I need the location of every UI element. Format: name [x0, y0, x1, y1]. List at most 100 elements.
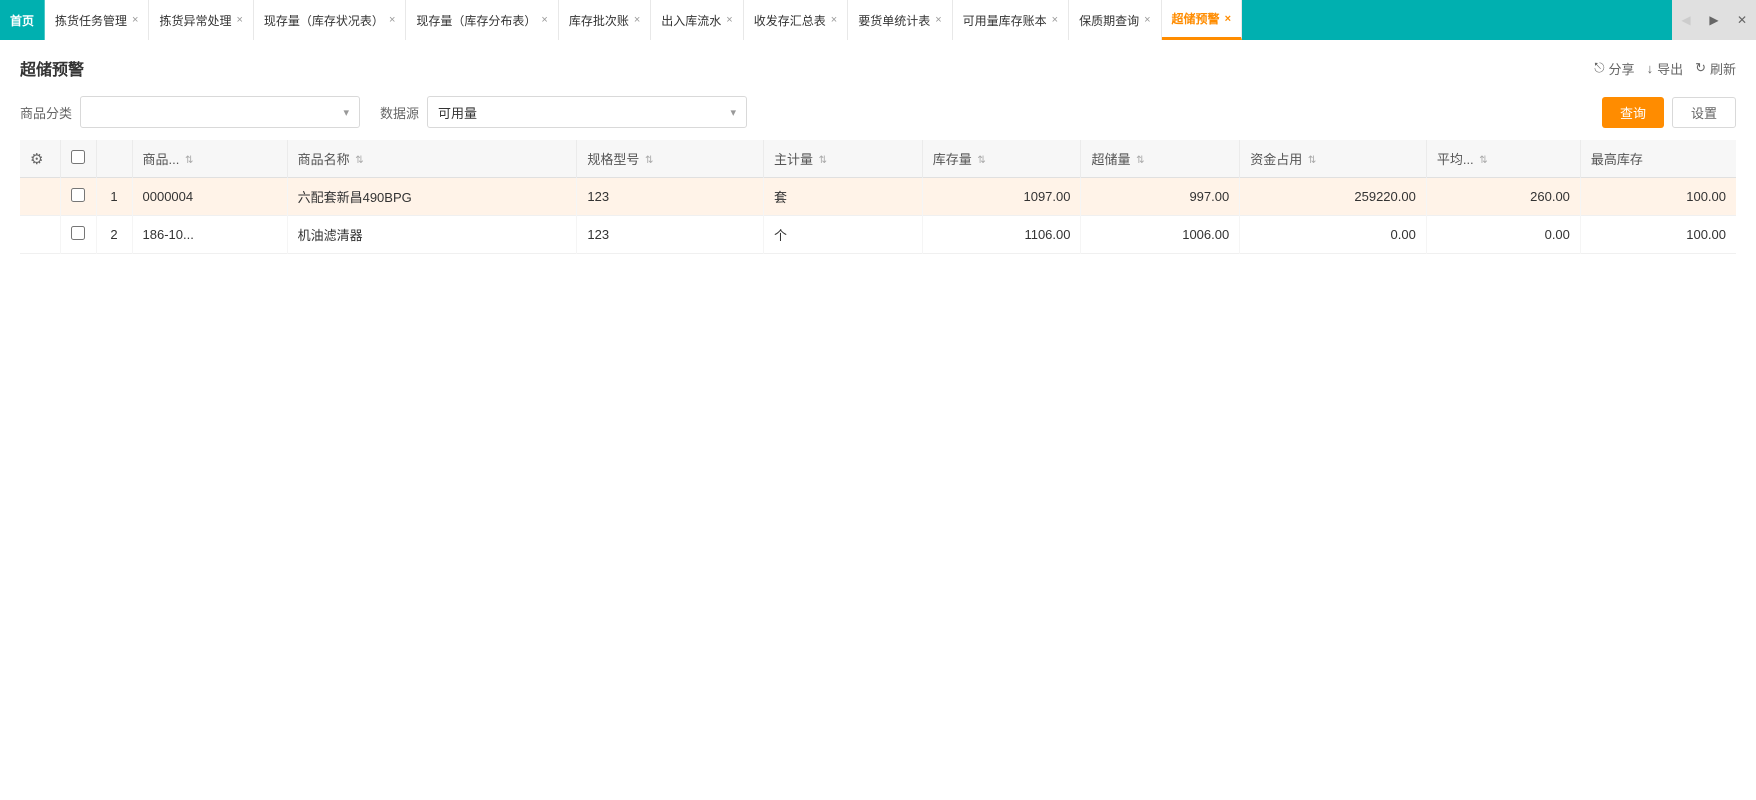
col-capital-sort-icon: ⇅: [1308, 155, 1316, 166]
close-task-mgmt-icon[interactable]: ×: [132, 14, 138, 26]
filter-actions: 查询 设置: [1602, 97, 1736, 128]
row-capital-0: 259220.00: [1240, 178, 1427, 216]
nav-prev-btn[interactable]: ◀: [1672, 0, 1700, 40]
col-header-max-stock[interactable]: 最高库存: [1580, 140, 1736, 178]
nav-tab-stock-dist[interactable]: 现存量（库存分布表） ×: [406, 0, 558, 40]
close-summary-icon[interactable]: ×: [831, 14, 837, 26]
nav-tab-overstock-label: 超储预警: [1172, 10, 1220, 27]
refresh-button[interactable]: ↻ 刷新: [1695, 59, 1736, 78]
row-avg-0: 260.00: [1426, 178, 1580, 216]
col-overstock-label: 超储量: [1091, 152, 1130, 167]
row-checkbox-0[interactable]: [71, 188, 85, 202]
row-settings-cell: [20, 178, 60, 216]
nav-tabs-container: 首页 拣货任务管理 × 拣货异常处理 × 现存量（库存状况表） × 现存量（库存…: [0, 0, 1672, 40]
col-header-index: [96, 140, 132, 178]
nav-tab-stock-status-label: 现存量（库存状况表）: [264, 12, 384, 29]
close-stock-status-icon[interactable]: ×: [389, 14, 395, 26]
col-header-overstock[interactable]: 超储量 ⇅: [1081, 140, 1240, 178]
col-header-capital[interactable]: 资金占用 ⇅: [1240, 140, 1427, 178]
col-unit-label: 主计量: [774, 152, 813, 167]
row-checkbox-cell: [60, 178, 96, 216]
close-abnormal-icon[interactable]: ×: [236, 14, 242, 26]
close-available-icon[interactable]: ×: [1052, 14, 1058, 26]
refresh-icon: ↻: [1695, 60, 1706, 76]
nav-next-btn[interactable]: ▶: [1700, 0, 1728, 40]
nav-tab-abnormal-label: 拣货异常处理: [159, 12, 231, 29]
row-index-1: 2: [96, 216, 132, 254]
row-overstock-0: 997.00: [1081, 178, 1240, 216]
datasource-select[interactable]: 可用量 ▾: [427, 96, 747, 128]
nav-tab-task-mgmt[interactable]: 拣货任务管理 ×: [45, 0, 149, 40]
datasource-arrow-icon: ▾: [731, 106, 737, 119]
col-avg-label: 平均...: [1437, 152, 1474, 167]
select-all-checkbox[interactable]: [71, 150, 85, 164]
nav-tab-overstock[interactable]: 超储预警 ×: [1162, 0, 1242, 40]
nav-tab-task-mgmt-label: 拣货任务管理: [55, 12, 127, 29]
nav-tab-available-label: 可用量库存账本: [963, 12, 1047, 29]
close-order-stats-icon[interactable]: ×: [935, 14, 941, 26]
col-header-spec[interactable]: 规格型号 ⇅: [577, 140, 764, 178]
nav-tab-order-stats[interactable]: 要货单统计表 ×: [848, 0, 952, 40]
nav-tab-stock-status[interactable]: 现存量（库存状况表） ×: [254, 0, 406, 40]
query-button[interactable]: 查询: [1602, 97, 1664, 128]
col-spec-sort-icon: ⇅: [645, 155, 653, 166]
nav-close-btn[interactable]: ✕: [1728, 0, 1756, 40]
col-product-name-label: 商品名称: [298, 152, 350, 167]
row-checkbox-1[interactable]: [71, 226, 85, 240]
close-overstock-icon[interactable]: ×: [1225, 13, 1231, 25]
row-settings-cell: [20, 216, 60, 254]
nav-tab-home[interactable]: 首页: [0, 0, 45, 40]
settings-button[interactable]: 设置: [1672, 97, 1736, 128]
row-overstock-1: 1006.00: [1081, 216, 1240, 254]
col-capital-label: 资金占用: [1250, 152, 1302, 167]
filter-row: 商品分类 ▾ 数据源 可用量 ▾ 查询 设置: [20, 96, 1736, 128]
col-header-product-name[interactable]: 商品名称 ⇅: [287, 140, 577, 178]
row-index-0: 1: [96, 178, 132, 216]
col-header-settings: ⚙: [20, 140, 60, 178]
category-filter: 商品分类 ▾: [20, 96, 360, 128]
close-quality-icon[interactable]: ×: [1144, 14, 1150, 26]
nav-tab-quality-label: 保质期查询: [1079, 12, 1139, 29]
col-product-code-sort-icon: ⇅: [185, 155, 193, 166]
share-icon: ⎋: [1594, 60, 1604, 76]
nav-tab-available[interactable]: 可用量库存账本 ×: [953, 0, 1069, 40]
nav-tab-quality[interactable]: 保质期查询 ×: [1069, 0, 1161, 40]
row-spec-1: 123: [577, 216, 764, 254]
col-header-product-code[interactable]: 商品... ⇅: [132, 140, 287, 178]
row-product-name-0: 六配套新昌490BPG: [287, 178, 577, 216]
col-header-unit[interactable]: 主计量 ⇅: [764, 140, 923, 178]
data-table: ⚙ 商品... ⇅ 商品名称 ⇅ 规格型号 ⇅: [20, 140, 1736, 254]
share-button[interactable]: ⎋ 分享: [1594, 59, 1634, 78]
table-body: 1 0000004 六配套新昌490BPG 123 套 1097.00 997.…: [20, 178, 1736, 254]
datasource-value: 可用量: [438, 103, 477, 122]
col-stock-sort-icon: ⇅: [977, 155, 985, 166]
page-content: 超储预警 ⎋ 分享 ↓ 导出 ↻ 刷新 商品分类 ▾ 数据源: [0, 40, 1756, 800]
row-max-stock-0: 100.00: [1580, 178, 1736, 216]
col-header-avg[interactable]: 平均... ⇅: [1426, 140, 1580, 178]
table-gear-icon[interactable]: ⚙: [30, 151, 43, 168]
row-product-code-1: 186-10...: [132, 216, 287, 254]
nav-tab-abnormal[interactable]: 拣货异常处理 ×: [149, 0, 253, 40]
row-max-stock-1: 100.00: [1580, 216, 1736, 254]
row-stock-1: 1106.00: [922, 216, 1081, 254]
nav-prev-icon: ◀: [1681, 13, 1690, 27]
datasource-filter: 数据源 可用量 ▾: [380, 96, 747, 128]
col-avg-sort-icon: ⇅: [1479, 155, 1487, 166]
export-button[interactable]: ↓ 导出: [1647, 59, 1684, 78]
nav-close-icon: ✕: [1737, 13, 1747, 27]
col-header-stock[interactable]: 库存量 ⇅: [922, 140, 1081, 178]
nav-tab-summary[interactable]: 收发存汇总表 ×: [744, 0, 848, 40]
close-batch-icon[interactable]: ×: [634, 14, 640, 26]
table-row: 2 186-10... 机油滤清器 123 个 1106.00 1006.00 …: [20, 216, 1736, 254]
row-product-name-1: 机油滤清器: [287, 216, 577, 254]
nav-tab-summary-label: 收发存汇总表: [754, 12, 826, 29]
row-avg-1: 0.00: [1426, 216, 1580, 254]
datasource-label: 数据源: [380, 103, 419, 122]
close-inout-flow-icon[interactable]: ×: [726, 14, 732, 26]
close-stock-dist-icon[interactable]: ×: [541, 14, 547, 26]
nav-tab-batch[interactable]: 库存批次账 ×: [559, 0, 651, 40]
export-icon: ↓: [1647, 61, 1654, 76]
table-row: 1 0000004 六配套新昌490BPG 123 套 1097.00 997.…: [20, 178, 1736, 216]
category-select[interactable]: ▾: [80, 96, 360, 128]
nav-tab-inout-flow[interactable]: 出入库流水 ×: [651, 0, 743, 40]
